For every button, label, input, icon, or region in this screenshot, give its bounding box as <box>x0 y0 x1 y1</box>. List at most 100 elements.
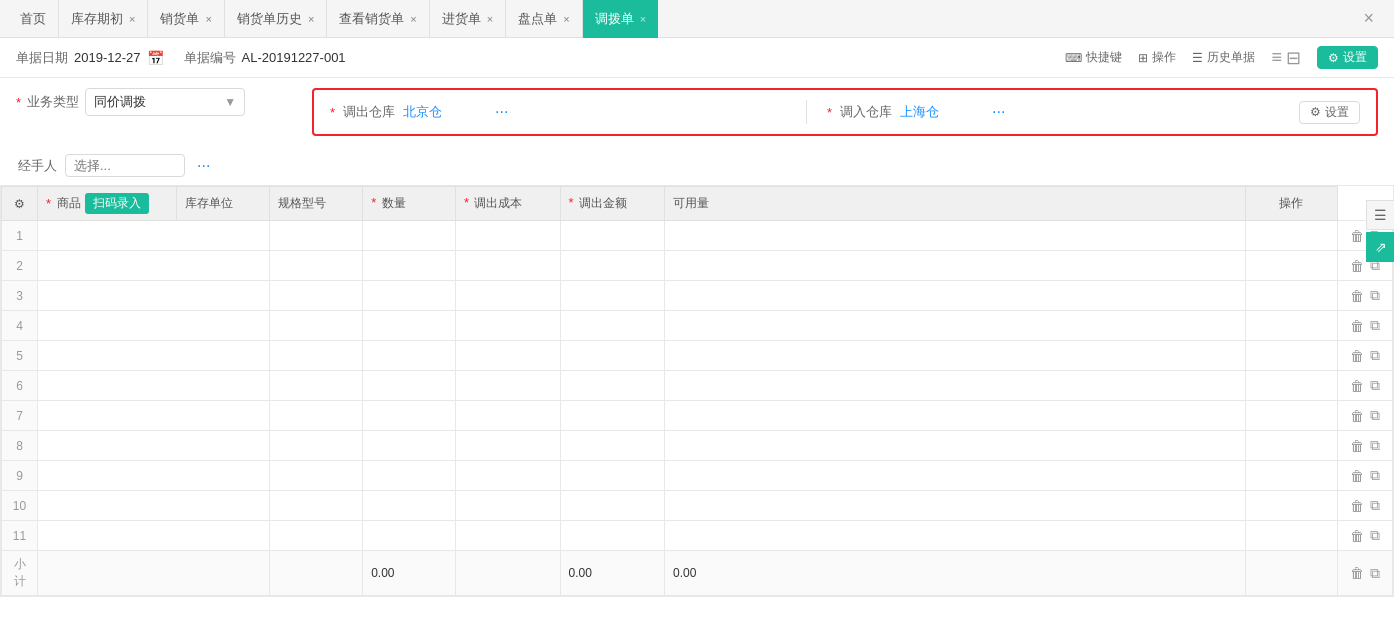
cost-cell[interactable] <box>560 221 664 251</box>
tab-sales-order[interactable]: 销货单 × <box>148 0 224 38</box>
delete-icon[interactable]: 🗑 <box>1350 288 1364 304</box>
amount-cell[interactable] <box>664 251 1245 281</box>
spec-cell[interactable] <box>363 431 456 461</box>
delete-icon[interactable]: 🗑 <box>1350 468 1364 484</box>
amount-cell[interactable] <box>664 371 1245 401</box>
available-cell[interactable] <box>1245 491 1338 521</box>
amount-cell[interactable] <box>664 491 1245 521</box>
qty-cell[interactable] <box>456 221 560 251</box>
window-close-button[interactable]: × <box>1351 8 1386 29</box>
amount-cell[interactable] <box>664 431 1245 461</box>
copy-icon[interactable]: ⧉ <box>1370 497 1380 514</box>
copy-icon[interactable]: ⧉ <box>1370 437 1380 454</box>
product-cell[interactable] <box>38 401 270 431</box>
spec-cell[interactable] <box>363 461 456 491</box>
layout-list-icon[interactable]: ≡ <box>1271 47 1282 68</box>
close-icon[interactable]: × <box>308 13 314 25</box>
in-warehouse-more-btn[interactable]: ··· <box>992 103 1005 121</box>
available-cell[interactable] <box>1245 221 1338 251</box>
copy-icon[interactable]: ⧉ <box>1370 565 1380 582</box>
history-btn[interactable]: ☰ 历史单据 <box>1192 49 1255 66</box>
available-cell[interactable] <box>1245 311 1338 341</box>
unit-cell[interactable] <box>270 461 363 491</box>
delete-icon[interactable]: 🗑 <box>1350 348 1364 364</box>
unit-cell[interactable] <box>270 221 363 251</box>
unit-cell[interactable] <box>270 431 363 461</box>
spec-cell[interactable] <box>363 341 456 371</box>
spec-cell[interactable] <box>363 281 456 311</box>
delete-icon[interactable]: 🗑 <box>1350 498 1364 514</box>
settings-gear-icon[interactable]: ⚙ <box>14 197 25 211</box>
available-cell[interactable] <box>1245 371 1338 401</box>
unit-cell[interactable] <box>270 341 363 371</box>
cost-cell[interactable] <box>560 371 664 401</box>
tab-inventory-init[interactable]: 库存期初 × <box>59 0 148 38</box>
tab-sales-history[interactable]: 销货单历史 × <box>225 0 327 38</box>
unit-cell[interactable] <box>270 311 363 341</box>
spec-cell[interactable] <box>363 311 456 341</box>
product-cell[interactable] <box>38 461 270 491</box>
amount-cell[interactable] <box>664 401 1245 431</box>
out-warehouse-more-btn[interactable]: ··· <box>495 103 508 121</box>
close-icon[interactable]: × <box>487 13 493 25</box>
product-cell[interactable] <box>38 491 270 521</box>
cost-cell[interactable] <box>560 431 664 461</box>
close-icon[interactable]: × <box>410 13 416 25</box>
settings-button[interactable]: ⚙ 设置 <box>1317 46 1378 69</box>
handler-input[interactable] <box>65 154 185 177</box>
delete-icon[interactable]: 🗑 <box>1350 228 1364 244</box>
qty-cell[interactable] <box>456 401 560 431</box>
copy-icon[interactable]: ⧉ <box>1370 377 1380 394</box>
float-list-btn[interactable]: ☰ <box>1366 200 1394 230</box>
available-cell[interactable] <box>1245 431 1338 461</box>
delete-icon[interactable]: 🗑 <box>1350 528 1364 544</box>
float-expand-btn[interactable]: ⇗ <box>1366 232 1394 262</box>
tab-stocktake[interactable]: 盘点单 × <box>506 0 582 38</box>
tab-view-sales[interactable]: 查看销货单 × <box>327 0 429 38</box>
qty-cell[interactable] <box>456 431 560 461</box>
cost-cell[interactable] <box>560 491 664 521</box>
unit-cell[interactable] <box>270 281 363 311</box>
product-cell[interactable] <box>38 371 270 401</box>
qty-cell[interactable] <box>456 251 560 281</box>
amount-cell[interactable] <box>664 521 1245 551</box>
available-cell[interactable] <box>1245 401 1338 431</box>
available-cell[interactable] <box>1245 521 1338 551</box>
qty-cell[interactable] <box>456 521 560 551</box>
amount-cell[interactable] <box>664 281 1245 311</box>
available-cell[interactable] <box>1245 461 1338 491</box>
unit-cell[interactable] <box>270 521 363 551</box>
cost-cell[interactable] <box>560 341 664 371</box>
delete-icon[interactable]: 🗑 <box>1350 378 1364 394</box>
copy-icon[interactable]: ⧉ <box>1370 347 1380 364</box>
copy-icon[interactable]: ⧉ <box>1370 317 1380 334</box>
operation-btn[interactable]: ⊞ 操作 <box>1138 49 1176 66</box>
available-cell[interactable] <box>1245 251 1338 281</box>
qty-cell[interactable] <box>456 461 560 491</box>
handler-more-btn[interactable]: ··· <box>197 157 210 175</box>
product-cell[interactable] <box>38 221 270 251</box>
tab-home[interactable]: 首页 <box>8 0 59 38</box>
unit-cell[interactable] <box>270 371 363 401</box>
copy-icon[interactable]: ⧉ <box>1370 407 1380 424</box>
close-icon[interactable]: × <box>205 13 211 25</box>
delete-icon[interactable]: 🗑 <box>1350 318 1364 334</box>
amount-cell[interactable] <box>664 461 1245 491</box>
date-value[interactable]: 2019-12-27 <box>74 50 141 65</box>
qty-cell[interactable] <box>456 311 560 341</box>
cost-cell[interactable] <box>560 461 664 491</box>
spec-cell[interactable] <box>363 221 456 251</box>
spec-cell[interactable] <box>363 491 456 521</box>
close-icon[interactable]: × <box>129 13 135 25</box>
delete-icon[interactable]: 🗑 <box>1350 258 1364 274</box>
qty-cell[interactable] <box>456 371 560 401</box>
cost-cell[interactable] <box>560 281 664 311</box>
product-cell[interactable] <box>38 281 270 311</box>
available-cell[interactable] <box>1245 341 1338 371</box>
amount-cell[interactable] <box>664 311 1245 341</box>
copy-icon[interactable]: ⧉ <box>1370 527 1380 544</box>
product-cell[interactable] <box>38 341 270 371</box>
copy-icon[interactable]: ⧉ <box>1370 467 1380 484</box>
warehouse-settings-btn[interactable]: ⚙ 设置 <box>1299 101 1360 124</box>
tab-purchase[interactable]: 进货单 × <box>430 0 506 38</box>
